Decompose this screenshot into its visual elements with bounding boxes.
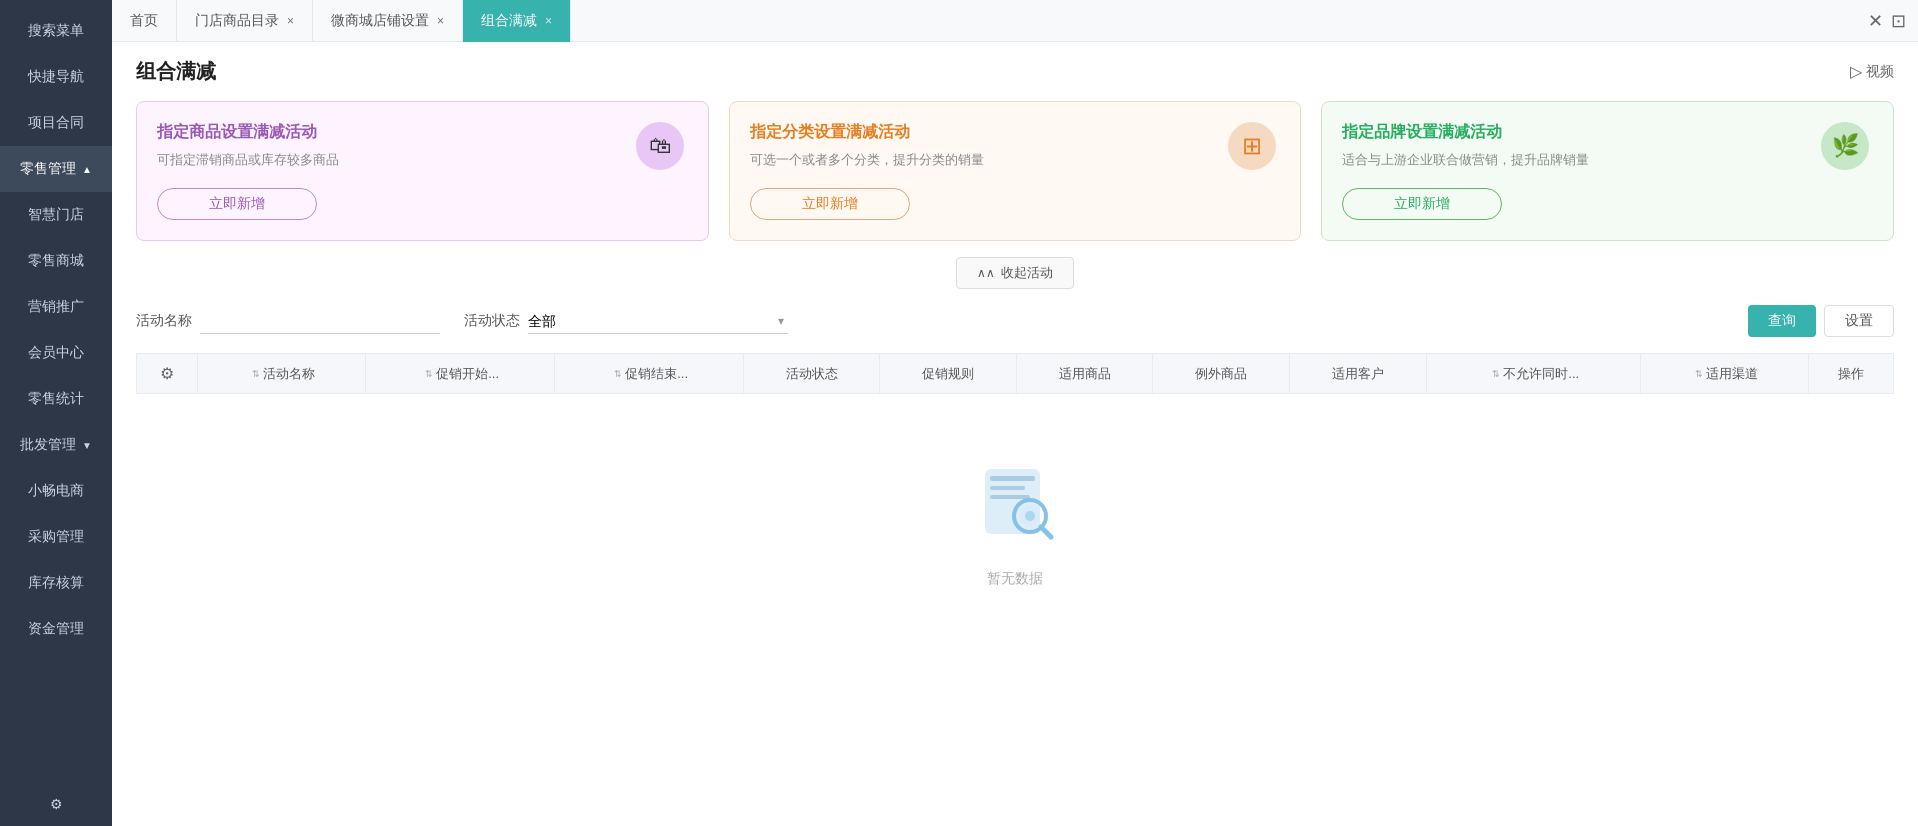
tab-store-catalog[interactable]: 门店商品目录 × [177,0,313,42]
empty-illustration [965,454,1065,554]
page-title: 组合满减 [136,58,216,85]
card-desc-goods: 可指定滞销商品或库存较多商品 [157,151,688,172]
svg-rect-1 [990,476,1035,481]
th-applicable-goods: 适用商品 [1016,354,1153,394]
card-title-goods: 指定商品设置满减活动 [157,122,688,143]
video-link[interactable]: ▷ 视频 [1850,62,1894,81]
filter-name-input[interactable] [200,309,440,334]
sidebar-item-search-menu[interactable]: 搜索菜单 [0,8,112,54]
filter-status-select[interactable]: 全部 进行中 未开始 已结束 [528,309,788,334]
settings-gear-icon: ⚙ [160,365,174,382]
tab-home[interactable]: 首页 [112,0,177,42]
sidebar-item-project-contract[interactable]: 项目合同 [0,100,112,146]
collapse-button[interactable]: ∧∧ 收起活动 [956,257,1074,289]
sidebar: 搜索菜单 快捷导航 项目合同 零售管理 ▲ 智慧门店 零售商城 营销推广 会员中… [0,0,112,826]
th-activity-status: 活动状态 [743,354,880,394]
tab-close-combo-discount[interactable]: × [545,14,552,28]
th-promo-start[interactable]: ⇅ 促销开始... [365,354,554,394]
filter-status-label: 活动状态 [464,312,520,330]
query-button[interactable]: 查询 [1748,305,1816,337]
filter-status-select-wrapper: 全部 进行中 未开始 已结束 ▾ [528,309,788,334]
data-table: ⚙ ⇅ 活动名称 ⇅ 促销开始... ⇅ 促销结束... [136,353,1894,628]
page-content: 组合满减 ▷ 视频 🛍 指定商品设置满减活动 可指定滞销商品或库存较多商品 立即… [112,42,1918,826]
card-specified-goods: 🛍 指定商品设置满减活动 可指定滞销商品或库存较多商品 立即新增 [136,101,709,241]
gear-icon: ⚙ [50,796,63,812]
sidebar-item-retail-mall[interactable]: 零售商城 [0,238,112,284]
card-icon-brand: 🌿 [1821,122,1869,170]
sidebar-item-marketing[interactable]: 营销推广 [0,284,112,330]
play-circle-icon: ▷ [1850,62,1862,81]
th-applicable-channel[interactable]: ⇅ 适用渠道 [1641,354,1809,394]
tab-wechat-store-settings[interactable]: 微商城店铺设置 × [313,0,463,42]
card-icon-goods: 🛍 [636,122,684,170]
empty-state: 暂无数据 [137,394,1894,628]
main-area: 首页 门店商品目录 × 微商城店铺设置 × 组合满减 × ✕ ⊡ 组合满减 ▷ … [112,0,1918,826]
retail-mgmt-arrow: ▲ [82,164,92,175]
table-body: 暂无数据 [137,394,1894,629]
th-promo-end[interactable]: ⇅ 促销结束... [554,354,743,394]
svg-point-7 [1025,511,1035,521]
sidebar-item-smart-store[interactable]: 智慧门店 [0,192,112,238]
th-settings[interactable]: ⚙ [137,354,198,394]
table-header: ⚙ ⇅ 活动名称 ⇅ 促销开始... ⇅ 促销结束... [137,354,1894,394]
page-header: 组合满减 ▷ 视频 [136,58,1894,85]
collapse-bar: ∧∧ 收起活动 [136,257,1894,289]
tab-close-store-catalog[interactable]: × [287,14,294,28]
sidebar-item-retail-stats[interactable]: 零售统计 [0,376,112,422]
th-exception-goods: 例外商品 [1153,354,1290,394]
tab-combo-discount[interactable]: 组合满减 × [463,0,571,42]
card-icon-category: ⊞ [1228,122,1276,170]
filter-row: 活动名称 活动状态 全部 进行中 未开始 已结束 ▾ 查询 设置 [136,305,1894,337]
th-not-concurrent[interactable]: ⇅ 不允许同时... [1426,354,1641,394]
svg-rect-3 [990,495,1030,499]
sidebar-item-member-center[interactable]: 会员中心 [0,330,112,376]
sidebar-settings[interactable]: ⚙ [0,782,112,826]
add-btn-goods[interactable]: 立即新增 [157,188,317,220]
card-title-brand: 指定品牌设置满减活动 [1342,122,1873,143]
add-btn-brand[interactable]: 立即新增 [1342,188,1502,220]
filter-name: 活动名称 [136,309,440,334]
empty-text: 暂无数据 [987,570,1043,588]
window-close-icon[interactable]: ✕ [1868,10,1883,32]
wholesale-mgmt-arrow: ▼ [82,440,92,451]
svg-rect-2 [990,486,1025,490]
card-desc-category: 可选一个或者多个分类，提升分类的销量 [750,151,1281,172]
sort-icon-not-concurrent: ⇅ [1492,370,1500,379]
sidebar-item-xiaochangec[interactable]: 小畅电商 [0,468,112,514]
filter-actions: 查询 设置 [1748,305,1894,337]
th-operation: 操作 [1808,354,1893,394]
sidebar-item-retail-mgmt[interactable]: 零售管理 ▲ [0,146,112,192]
sort-icon-promo-end: ⇅ [614,370,622,379]
collapse-icon: ∧∧ [977,266,995,280]
filter-name-label: 活动名称 [136,312,192,330]
tab-close-wechat-store-settings[interactable]: × [437,14,444,28]
th-applicable-customer: 适用客户 [1290,354,1427,394]
svg-line-6 [1041,527,1051,537]
settings-button[interactable]: 设置 [1824,305,1894,337]
sidebar-item-quick-nav[interactable]: 快捷导航 [0,54,112,100]
th-promo-rule: 促销规则 [880,354,1017,394]
sort-icon-promo-start: ⇅ [425,370,433,379]
sidebar-item-finance-mgmt[interactable]: 资金管理 [0,606,112,652]
window-resize-icon[interactable]: ⊡ [1891,10,1906,32]
sort-icon-channel: ⇅ [1695,370,1703,379]
activity-cards: 🛍 指定商品设置满减活动 可指定滞销商品或库存较多商品 立即新增 ⊞ 指定分类设… [136,101,1894,241]
add-btn-category[interactable]: 立即新增 [750,188,910,220]
sort-icon: ⇅ [252,370,260,379]
sidebar-item-purchase-mgmt[interactable]: 采购管理 [0,514,112,560]
card-specified-brand: 🌿 指定品牌设置满减活动 适合与上游企业联合做营销，提升品牌销量 立即新增 [1321,101,1894,241]
th-activity-name[interactable]: ⇅ 活动名称 [198,354,366,394]
card-specified-category: ⊞ 指定分类设置满减活动 可选一个或者多个分类，提升分类的销量 立即新增 [729,101,1302,241]
filter-status: 活动状态 全部 进行中 未开始 已结束 ▾ [464,309,788,334]
tab-bar: 首页 门店商品目录 × 微商城店铺设置 × 组合满减 × ✕ ⊡ [112,0,1918,42]
sidebar-item-inventory[interactable]: 库存核算 [0,560,112,606]
card-title-category: 指定分类设置满减活动 [750,122,1281,143]
card-desc-brand: 适合与上游企业联合做营销，提升品牌销量 [1342,151,1873,172]
tab-bar-actions: ✕ ⊡ [1868,10,1918,32]
sidebar-item-wholesale-mgmt[interactable]: 批发管理 ▼ [0,422,112,468]
